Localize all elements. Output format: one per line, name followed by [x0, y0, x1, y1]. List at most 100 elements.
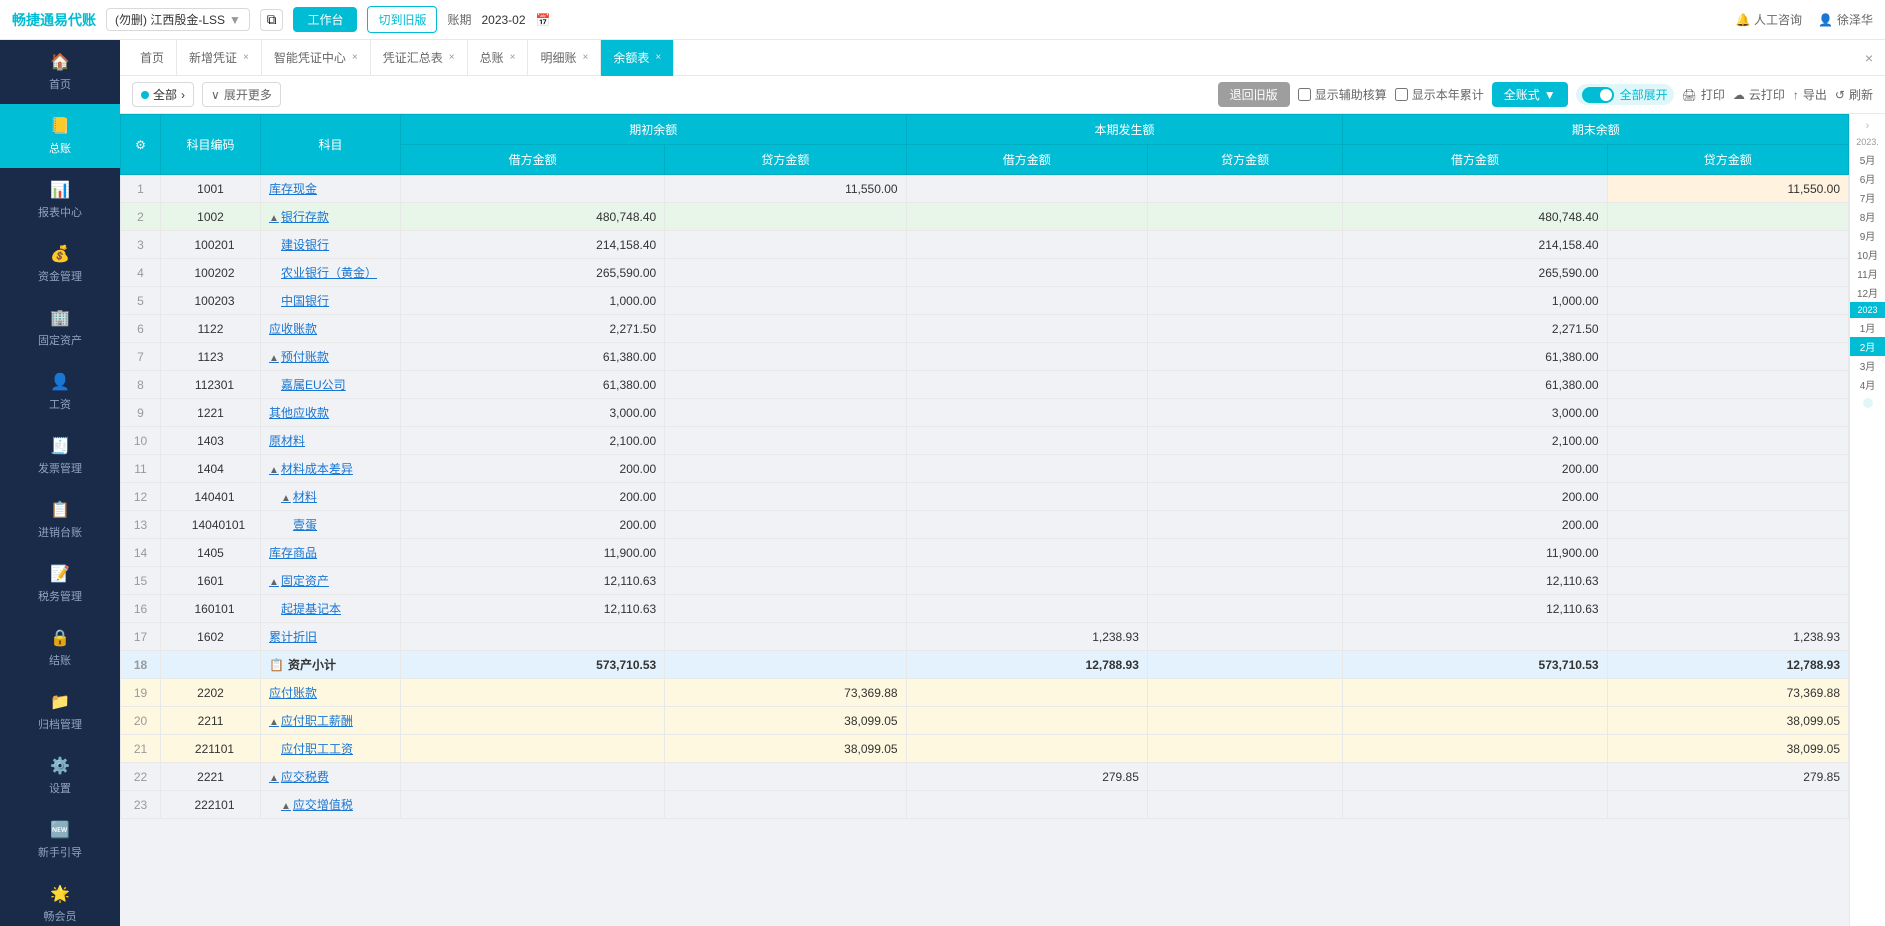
tab-detail[interactable]: 明细账 × — [528, 40, 601, 76]
tab-close-icon[interactable]: × — [352, 52, 358, 63]
account-name[interactable]: ▲应交税费 — [261, 763, 401, 791]
tab-voucher-summary[interactable]: 凭证汇总表 × — [371, 40, 468, 76]
show-aux-calc-checkbox[interactable]: 显示辅助核算 — [1298, 86, 1387, 103]
month-item-4[interactable]: 4月 — [1850, 375, 1885, 394]
sidebar-item-member[interactable]: 🌟 畅会员 — [0, 872, 120, 926]
account-name[interactable]: 起提基记本 — [261, 595, 401, 623]
filter-all-selector[interactable]: 全部 › — [132, 82, 194, 107]
month-item-2[interactable]: 2月 — [1850, 337, 1885, 356]
tab-balance[interactable]: 余额表 × — [601, 40, 674, 76]
tab-home[interactable]: 首页 — [128, 40, 177, 76]
print-button[interactable]: 🖨 打印 — [1682, 86, 1725, 103]
account-name[interactable]: 建设银行 — [261, 231, 401, 259]
account-name[interactable]: 中国银行 — [261, 287, 401, 315]
current-debit — [906, 343, 1147, 371]
month-item-9[interactable]: 9月 — [1850, 226, 1885, 245]
sidebar-item-assets[interactable]: 🏢 固定资产 — [0, 296, 120, 360]
tab-ledger[interactable]: 总账 × — [468, 40, 529, 76]
end-credit — [1607, 567, 1848, 595]
account-name[interactable]: 累计折旧 — [261, 623, 401, 651]
account-name[interactable]: ▲银行存款 — [261, 203, 401, 231]
indicator-dot — [1863, 398, 1873, 408]
sidebar-item-sales[interactable]: 📋 进销台账 — [0, 488, 120, 552]
sidebar-item-reports[interactable]: 📊 报表中心 — [0, 168, 120, 232]
sidebar-item-settings[interactable]: ⚙️ 设置 — [0, 744, 120, 808]
tab-close-icon[interactable]: × — [510, 52, 516, 63]
account-name[interactable]: ▲应交增值税 — [261, 791, 401, 819]
account-name[interactable]: ▲材料 — [261, 483, 401, 511]
toggle-switch[interactable] — [1582, 87, 1614, 103]
year-panel-expand[interactable]: › — [1864, 118, 1872, 134]
account-name[interactable]: ▲预付账款 — [261, 343, 401, 371]
account-name[interactable]: ▲材料成本差异 — [261, 455, 401, 483]
month-item-5[interactable]: 5月 — [1850, 150, 1885, 169]
month-item-3[interactable]: 3月 — [1850, 356, 1885, 375]
tab-smart-center[interactable]: 智能凭证中心 × — [262, 40, 371, 76]
month-item-1[interactable]: 1月 — [1850, 318, 1885, 337]
sidebar-item-guide[interactable]: 🆕 新手引导 — [0, 808, 120, 872]
workbench-button[interactable]: 工作台 — [293, 7, 357, 32]
account-name[interactable]: ▲应付职工薪酬 — [261, 707, 401, 735]
sidebar-item-capital[interactable]: 💰 资金管理 — [0, 232, 120, 296]
year-accum-input[interactable] — [1395, 88, 1408, 101]
expand-more-button[interactable]: ∨ 展开更多 — [202, 82, 281, 107]
month-item-12[interactable]: 12月 — [1850, 283, 1885, 302]
end-credit — [1607, 343, 1848, 371]
sidebar-item-archive[interactable]: 📁 归档管理 — [0, 680, 120, 744]
tax-icon: 📝 — [50, 564, 70, 584]
year-item-2023-active[interactable]: 2023 — [1850, 302, 1885, 318]
full-mode-button[interactable]: 全账式 ▼ — [1492, 82, 1568, 107]
account-name[interactable]: 应付职工工资 — [261, 735, 401, 763]
account-code: 1403 — [161, 427, 261, 455]
company-selector[interactable]: (勿删) 江西殷金-LSS ▼ — [106, 8, 250, 31]
account-name[interactable]: 库存商品 — [261, 539, 401, 567]
sidebar-item-ledger[interactable]: 📒 总账 — [0, 104, 120, 168]
account-name[interactable]: 库存现金 — [261, 175, 401, 203]
tab-close-icon[interactable]: × — [449, 52, 455, 63]
show-year-accum-checkbox[interactable]: 显示本年累计 — [1395, 86, 1484, 103]
sidebar-item-label: 归档管理 — [38, 716, 82, 732]
aux-calc-input[interactable] — [1298, 88, 1311, 101]
row-number: 15 — [121, 567, 161, 595]
close-all-tabs-button[interactable]: × — [1853, 50, 1885, 66]
month-item-8[interactable]: 8月 — [1850, 207, 1885, 226]
sidebar-item-home[interactable]: 🏠 首页 — [0, 40, 120, 104]
cloud-print-button[interactable]: ☁ 云打印 — [1733, 86, 1785, 103]
sidebar-item-salary[interactable]: 👤 工资 — [0, 360, 120, 424]
account-name[interactable]: 其他应收款 — [261, 399, 401, 427]
tab-new-voucher[interactable]: 新增凭证 × — [177, 40, 262, 76]
account-name[interactable]: 原材料 — [261, 427, 401, 455]
tab-close-icon[interactable]: × — [243, 52, 249, 63]
sidebar-item-tax[interactable]: 📝 税务管理 — [0, 552, 120, 616]
period-value[interactable]: 2023-02 — [481, 13, 525, 27]
account-name[interactable]: 农业银行（黄金） — [261, 259, 401, 287]
account-name[interactable]: 壹蛋 — [261, 511, 401, 539]
account-name[interactable]: ▲固定资产 — [261, 567, 401, 595]
user-avatar-area[interactable]: 👤 徐泽华 — [1818, 11, 1873, 28]
sidebar-item-close[interactable]: 🔒 结账 — [0, 616, 120, 680]
consult-button[interactable]: 🔔 人工咨询 — [1736, 11, 1802, 28]
start-debit — [401, 623, 665, 651]
month-item-6[interactable]: 6月 — [1850, 169, 1885, 188]
account-name[interactable]: 嘉属EU公司 — [261, 371, 401, 399]
current-debit — [906, 567, 1147, 595]
account-name[interactable]: 应付账款 — [261, 679, 401, 707]
start-debit: 12,110.63 — [401, 595, 665, 623]
current-debit — [906, 511, 1147, 539]
expand-all-toggle[interactable]: 全部展开 — [1576, 84, 1674, 105]
cur-credit-header: 贷方金额 — [1147, 145, 1342, 175]
refresh-button[interactable]: ↺ 刷新 — [1835, 86, 1873, 103]
month-item-7[interactable]: 7月 — [1850, 188, 1885, 207]
toggle-all-label: 全部展开 — [1620, 86, 1668, 103]
return-old-version-button[interactable]: 退回旧版 — [1218, 82, 1290, 107]
account-name[interactable]: 应收账款 — [261, 315, 401, 343]
month-item-10[interactable]: 10月 — [1850, 245, 1885, 264]
month-item-11[interactable]: 11月 — [1850, 264, 1885, 283]
switch-version-button[interactable]: 切到旧版 — [367, 6, 437, 33]
export-button[interactable]: ↑ 导出 — [1793, 86, 1827, 103]
tab-close-icon[interactable]: × — [582, 52, 588, 63]
tab-close-icon[interactable]: × — [655, 52, 661, 63]
copy-icon-button[interactable]: ⧉ — [260, 9, 284, 31]
sidebar-item-invoice[interactable]: 🧾 发票管理 — [0, 424, 120, 488]
calendar-icon[interactable]: 📅 — [536, 13, 551, 27]
